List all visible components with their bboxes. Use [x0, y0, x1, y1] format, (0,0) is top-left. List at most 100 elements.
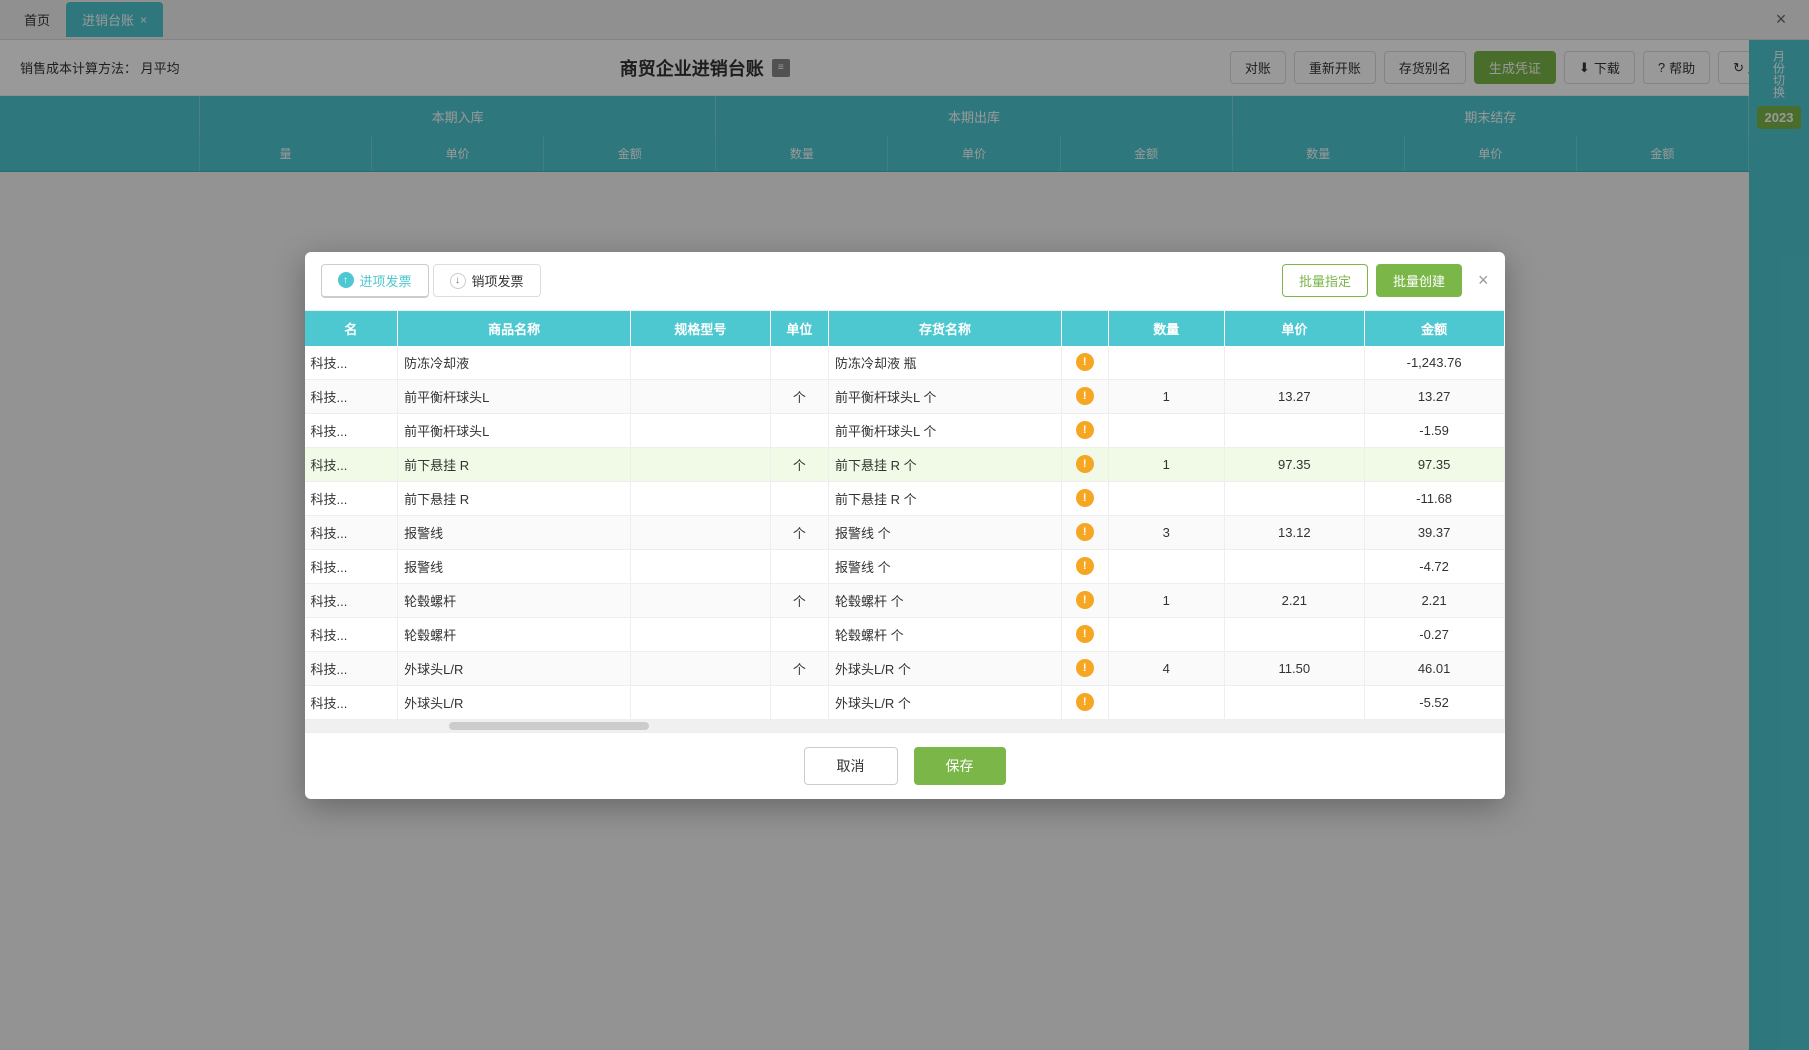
cell-spec [631, 379, 771, 413]
cell-qty [1108, 549, 1224, 583]
warning-icon: ! [1076, 353, 1094, 371]
warning-icon: ! [1076, 387, 1094, 405]
cell-amount: 97.35 [1364, 447, 1504, 481]
cell-amount: 2.21 [1364, 583, 1504, 617]
cell-company: 科技... [305, 651, 398, 685]
cell-unit [770, 413, 828, 447]
cell-warning: ! [1061, 413, 1108, 447]
warning-icon: ! [1076, 557, 1094, 575]
cell-company: 科技... [305, 617, 398, 651]
cell-amount: -1,243.76 [1364, 346, 1504, 380]
cell-amount: -4.72 [1364, 549, 1504, 583]
cell-warning: ! [1061, 379, 1108, 413]
warning-icon: ! [1076, 625, 1094, 643]
cell-product: 前平衡杆球头L [398, 413, 631, 447]
cell-warning: ! [1061, 549, 1108, 583]
cell-product: 外球头L/R [398, 651, 631, 685]
table-row[interactable]: 科技... 前下悬挂 R 前下悬挂 R 个 ! -11.68 [305, 481, 1505, 515]
modal-header-actions: 批量指定 批量创建 × [1282, 264, 1489, 297]
cell-spec [631, 413, 771, 447]
cell-spec [631, 346, 771, 380]
cell-qty: 1 [1108, 447, 1224, 481]
cell-inventory: 报警线 个 [829, 515, 1062, 549]
tab-outgoing-invoices[interactable]: ↓ 销项发票 [433, 264, 541, 297]
table-row[interactable]: 科技... 外球头L/R 个 外球头L/R 个 ! 4 11.50 46.01 [305, 651, 1505, 685]
cell-spec [631, 685, 771, 719]
cell-inventory: 前下悬挂 R 个 [829, 481, 1062, 515]
col-inventory-name: 存货名称 [829, 311, 1062, 346]
cell-qty [1108, 685, 1224, 719]
cell-price: 13.27 [1224, 379, 1364, 413]
cell-price [1224, 549, 1364, 583]
table-row[interactable]: 科技... 轮毂螺杆 轮毂螺杆 个 ! -0.27 [305, 617, 1505, 651]
table-row[interactable]: 科技... 前平衡杆球头L 个 前平衡杆球头L 个 ! 1 13.27 13.2… [305, 379, 1505, 413]
cell-company: 科技... [305, 685, 398, 719]
tab-incoming-invoices[interactable]: ↑ 进项发票 [321, 264, 429, 298]
cell-qty: 4 [1108, 651, 1224, 685]
warning-icon: ! [1076, 489, 1094, 507]
cell-inventory: 轮毂螺杆 个 [829, 583, 1062, 617]
scroll-thumb[interactable] [449, 722, 649, 730]
cell-inventory: 防冻冷却液 瓶 [829, 346, 1062, 380]
horizontal-scrollbar[interactable] [305, 720, 1505, 732]
cell-qty: 3 [1108, 515, 1224, 549]
cell-qty [1108, 617, 1224, 651]
batch-create-button[interactable]: 批量创建 [1376, 264, 1462, 297]
cell-qty [1108, 413, 1224, 447]
modal-close-button[interactable]: × [1478, 264, 1489, 297]
cell-warning: ! [1061, 515, 1108, 549]
cell-inventory: 前平衡杆球头L 个 [829, 413, 1062, 447]
warning-icon: ! [1076, 591, 1094, 609]
cell-spec [631, 481, 771, 515]
table-row[interactable]: 科技... 报警线 报警线 个 ! -4.72 [305, 549, 1505, 583]
save-button[interactable]: 保存 [914, 747, 1006, 785]
cell-unit [770, 481, 828, 515]
cell-spec [631, 447, 771, 481]
col-qty: 数量 [1108, 311, 1224, 346]
cell-unit [770, 549, 828, 583]
cell-company: 科技... [305, 413, 398, 447]
cancel-button[interactable]: 取消 [804, 747, 898, 785]
cell-spec [631, 651, 771, 685]
col-company: 名 [305, 311, 398, 346]
cell-inventory: 外球头L/R 个 [829, 651, 1062, 685]
cell-amount: 39.37 [1364, 515, 1504, 549]
cell-unit: 个 [770, 583, 828, 617]
table-row[interactable]: 科技... 外球头L/R 外球头L/R 个 ! -5.52 [305, 685, 1505, 719]
modal-overlay: ↑ 进项发票 ↓ 销项发票 批量指定 批量创建 × 名 商品名称 规格型号 [0, 0, 1809, 1050]
cell-price [1224, 413, 1364, 447]
cell-warning: ! [1061, 685, 1108, 719]
cell-amount: 13.27 [1364, 379, 1504, 413]
cell-company: 科技... [305, 346, 398, 380]
cell-warning: ! [1061, 651, 1108, 685]
table-row[interactable]: 科技... 前平衡杆球头L 前平衡杆球头L 个 ! -1.59 [305, 413, 1505, 447]
table-row[interactable]: 科技... 报警线 个 报警线 个 ! 3 13.12 39.37 [305, 515, 1505, 549]
warning-icon: ! [1076, 421, 1094, 439]
warning-icon: ! [1076, 693, 1094, 711]
cell-spec [631, 549, 771, 583]
cell-warning: ! [1061, 617, 1108, 651]
cell-price: 97.35 [1224, 447, 1364, 481]
batch-assign-button[interactable]: 批量指定 [1282, 264, 1368, 297]
col-spec: 规格型号 [631, 311, 771, 346]
modal-header: ↑ 进项发票 ↓ 销项发票 批量指定 批量创建 × [305, 252, 1505, 311]
modal-dialog: ↑ 进项发票 ↓ 销项发票 批量指定 批量创建 × 名 商品名称 规格型号 [305, 252, 1505, 799]
cell-qty [1108, 481, 1224, 515]
cell-warning: ! [1061, 447, 1108, 481]
cell-qty: 1 [1108, 379, 1224, 413]
cell-inventory: 外球头L/R 个 [829, 685, 1062, 719]
cell-unit: 个 [770, 651, 828, 685]
table-row[interactable]: 科技... 轮毂螺杆 个 轮毂螺杆 个 ! 1 2.21 2.21 [305, 583, 1505, 617]
cell-amount: -0.27 [1364, 617, 1504, 651]
cell-price: 2.21 [1224, 583, 1364, 617]
table-row[interactable]: 科技... 前下悬挂 R 个 前下悬挂 R 个 ! 1 97.35 97.35 [305, 447, 1505, 481]
cell-spec [631, 515, 771, 549]
cell-unit: 个 [770, 379, 828, 413]
cell-inventory: 前平衡杆球头L 个 [829, 379, 1062, 413]
warning-icon: ! [1076, 455, 1094, 473]
invoice-table: 名 商品名称 规格型号 单位 存货名称 数量 单价 金额 科技... 防冻冷却液 [305, 311, 1505, 720]
table-row[interactable]: 科技... 防冻冷却液 防冻冷却液 瓶 ! -1,243.76 [305, 346, 1505, 380]
cell-price: 13.12 [1224, 515, 1364, 549]
cell-qty: 1 [1108, 583, 1224, 617]
cell-inventory: 轮毂螺杆 个 [829, 617, 1062, 651]
